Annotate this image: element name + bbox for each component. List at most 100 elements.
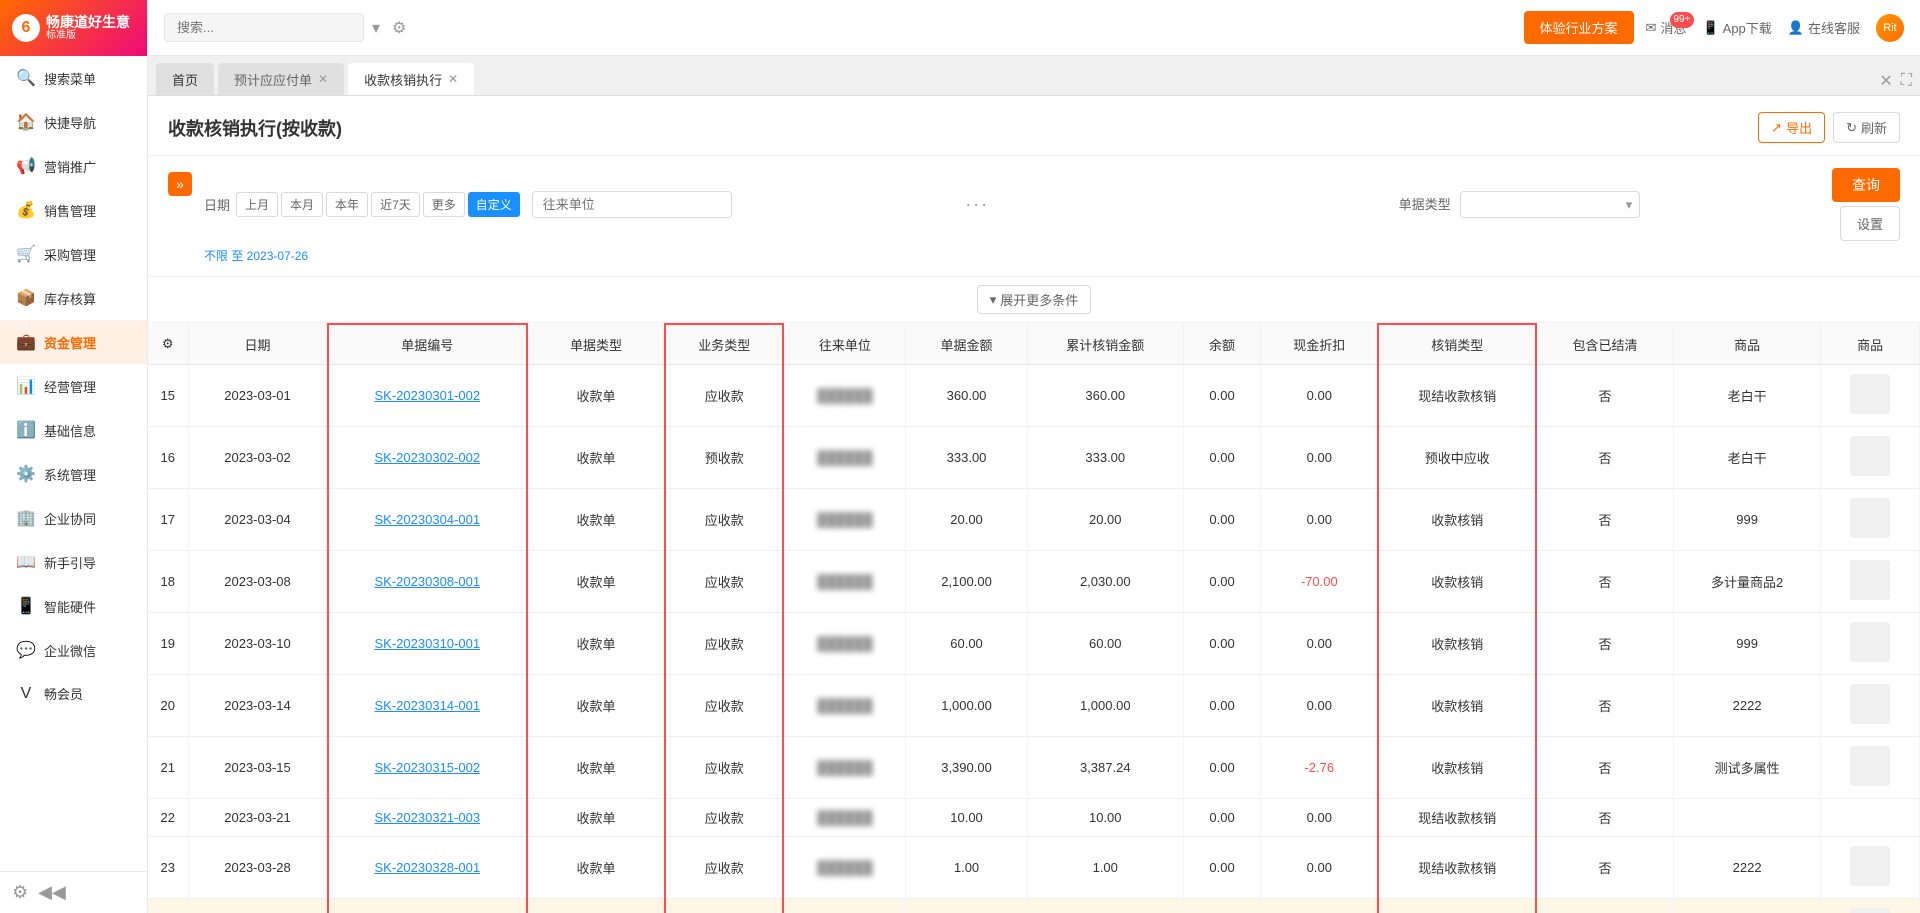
cell-product-img bbox=[1821, 365, 1920, 427]
date-btn-custom[interactable]: 自定义 bbox=[468, 192, 520, 217]
cell-partner: ██████ bbox=[783, 837, 906, 899]
expand-more-button[interactable]: ▾ 展开更多条件 bbox=[977, 285, 1092, 314]
partner-filter-input[interactable] bbox=[532, 191, 732, 218]
sidebar-item-purchase[interactable]: 🛒 采购管理 bbox=[0, 232, 147, 276]
user-avatar[interactable]: Rit bbox=[1876, 14, 1904, 42]
date-btn-this-year[interactable]: 本年 bbox=[326, 192, 368, 217]
maximize-icon[interactable]: ⛶ bbox=[1901, 72, 1912, 90]
cell-include-settled: 否 bbox=[1536, 899, 1673, 913]
collapse-icon[interactable]: ◀◀ bbox=[38, 882, 66, 903]
cell-product-img bbox=[1821, 899, 1920, 913]
cell-include-settled: 否 bbox=[1536, 837, 1673, 899]
close-all-tabs-icon[interactable]: ✕ bbox=[1879, 71, 1892, 91]
sidebar-item-finance[interactable]: 💼 资金管理 bbox=[0, 320, 147, 364]
docno-link[interactable]: SK-20230328-001 bbox=[375, 860, 481, 875]
cell-biztype: 应收款 bbox=[665, 675, 783, 737]
message-button[interactable]: ✉ 消息 99+ bbox=[1646, 18, 1687, 37]
doctype-select[interactable] bbox=[1460, 191, 1640, 218]
cell-balance: 0.00 bbox=[1183, 799, 1260, 837]
sidebar-item-guide[interactable]: 📖 新手引导 bbox=[0, 540, 147, 584]
date-btn-more[interactable]: 更多 bbox=[423, 192, 465, 217]
cell-no: 16 bbox=[148, 427, 188, 489]
ops-icon: 📊 bbox=[16, 376, 36, 396]
sales-icon: 💰 bbox=[16, 200, 36, 220]
hardware-icon: 📱 bbox=[16, 596, 36, 616]
cell-biztype: 应收款 bbox=[665, 613, 783, 675]
sidebar-item-inventory[interactable]: 📦 库存核算 bbox=[0, 276, 147, 320]
topbar-right: ✉ 消息 99+ 📱 App下载 👤 在线客服 Rit bbox=[1646, 14, 1904, 42]
sidebar-item-hardware[interactable]: 📱 智能硬件 bbox=[0, 584, 147, 628]
docno-link[interactable]: SK-20230310-001 bbox=[375, 636, 481, 651]
industry-solution-button[interactable]: 体验行业方案 bbox=[1524, 11, 1634, 44]
sidebar-item-ops[interactable]: 📊 经营管理 bbox=[0, 364, 147, 408]
date-btn-7days[interactable]: 近7天 bbox=[371, 192, 420, 217]
cell-cancel-type: 现结收款核销 bbox=[1378, 799, 1536, 837]
search-icon: 🔍 bbox=[16, 68, 36, 88]
docno-link[interactable]: SK-20230301-002 bbox=[375, 388, 481, 403]
table-header: ⚙ 日期 单据编号 单据类型 业务类型 往来单位 单据金额 累计核销金额 余额 … bbox=[148, 324, 1920, 365]
cell-partner: ██████ bbox=[783, 489, 906, 551]
docno-link[interactable]: SK-20230304-001 bbox=[375, 512, 481, 527]
cell-partner: ██████ bbox=[783, 899, 906, 913]
docno-link[interactable]: SK-20230314-001 bbox=[375, 698, 481, 713]
tab-home[interactable]: 首页 bbox=[156, 63, 214, 95]
cell-product: 2222 bbox=[1673, 899, 1820, 913]
cell-include-settled: 否 bbox=[1536, 737, 1673, 799]
online-service-button[interactable]: 👤 在线客服 bbox=[1788, 18, 1860, 37]
docno-link[interactable]: SK-20230308-001 bbox=[375, 574, 481, 589]
filter-expand-button[interactable]: » bbox=[168, 172, 192, 196]
sidebar: 6 畅康道好生意 标准版 🔍 搜索菜单 🏠 快捷导航 📢 营销推广 💰 销售管理… bbox=[0, 0, 148, 913]
cell-cancel-amount: 360.00 bbox=[1027, 365, 1183, 427]
tab-receipt[interactable]: 收款核销执行 ✕ bbox=[348, 63, 474, 95]
sidebar-item-quicknav[interactable]: 🏠 快捷导航 bbox=[0, 100, 147, 144]
expand-icon: ▾ bbox=[990, 292, 997, 308]
finance-icon: 💼 bbox=[16, 332, 36, 352]
date-btn-last-month[interactable]: 上月 bbox=[236, 192, 278, 217]
cell-biztype: 应收款 bbox=[665, 489, 783, 551]
cell-no: 21 bbox=[148, 737, 188, 799]
tab-payment-close-icon[interactable]: ✕ bbox=[318, 72, 328, 86]
query-button[interactable]: 查询 bbox=[1832, 168, 1900, 202]
cell-cancel-amount: 20.00 bbox=[1027, 489, 1183, 551]
app-download-button[interactable]: 📱 App下载 bbox=[1702, 18, 1771, 37]
cell-balance: 0.00 bbox=[1183, 365, 1260, 427]
tab-receipt-close-icon[interactable]: ✕ bbox=[448, 72, 458, 86]
settings-bottom-icon[interactable]: ⚙ bbox=[12, 882, 28, 903]
cell-cancel-amount: 3,387.24 bbox=[1027, 737, 1183, 799]
cell-doctype: 收款单 bbox=[527, 837, 665, 899]
export-button[interactable]: ↗ 导出 bbox=[1758, 112, 1825, 143]
cell-cash-discount: 0.00 bbox=[1261, 365, 1379, 427]
sidebar-item-wechat[interactable]: 💬 企业微信 bbox=[0, 628, 147, 672]
sidebar-item-enterprise[interactable]: 🏢 企业协同 bbox=[0, 496, 147, 540]
date-btn-this-month[interactable]: 本月 bbox=[281, 192, 323, 217]
cell-product: 老白干 bbox=[1673, 427, 1820, 489]
member-icon: V bbox=[16, 685, 36, 703]
cell-cancel-amount: 2,030.00 bbox=[1027, 551, 1183, 613]
partner-filter-group bbox=[532, 191, 953, 218]
docno-link[interactable]: SK-20230321-003 bbox=[375, 810, 481, 825]
sidebar-item-member[interactable]: V 畅会员 bbox=[0, 672, 147, 715]
topbar-search-input[interactable] bbox=[164, 13, 364, 42]
docno-link[interactable]: SK-20230315-002 bbox=[375, 760, 481, 775]
sidebar-item-marketing[interactable]: 📢 营销推广 bbox=[0, 144, 147, 188]
cell-doctype: 收款单 bbox=[527, 489, 665, 551]
cell-cash-discount: 0.00 bbox=[1261, 799, 1379, 837]
cell-docno: SK-20230304-001 bbox=[328, 489, 528, 551]
sidebar-item-sales[interactable]: 💰 销售管理 bbox=[0, 188, 147, 232]
cell-partner: ██████ bbox=[783, 613, 906, 675]
sidebar-item-basic[interactable]: ℹ️ 基础信息 bbox=[0, 408, 147, 452]
sidebar-item-system[interactable]: ⚙️ 系统管理 bbox=[0, 452, 147, 496]
settings-col-icon[interactable]: ⚙ bbox=[162, 336, 174, 351]
cell-cancel-type: 预收中应收 bbox=[1378, 427, 1536, 489]
refresh-button[interactable]: ↻ 刷新 bbox=[1833, 112, 1900, 143]
settings-topbar-icon[interactable]: ⚙ bbox=[392, 18, 406, 38]
tab-payment[interactable]: 预计应应付单 ✕ bbox=[218, 63, 344, 95]
sidebar-item-search[interactable]: 🔍 搜索菜单 bbox=[0, 56, 147, 100]
docno-link[interactable]: SK-20230302-002 bbox=[375, 450, 481, 465]
th-balance: 余额 bbox=[1183, 324, 1260, 365]
cell-biztype: 应收款 bbox=[665, 551, 783, 613]
cell-cancel-type: 现结收款核销 bbox=[1378, 837, 1536, 899]
filter-setting-button[interactable]: 设置 bbox=[1840, 206, 1900, 241]
cell-biztype: 应收款 bbox=[665, 837, 783, 899]
filter-bar: » 日期 上月 本月 本年 近7天 更多 自定义 bbox=[148, 156, 1920, 277]
